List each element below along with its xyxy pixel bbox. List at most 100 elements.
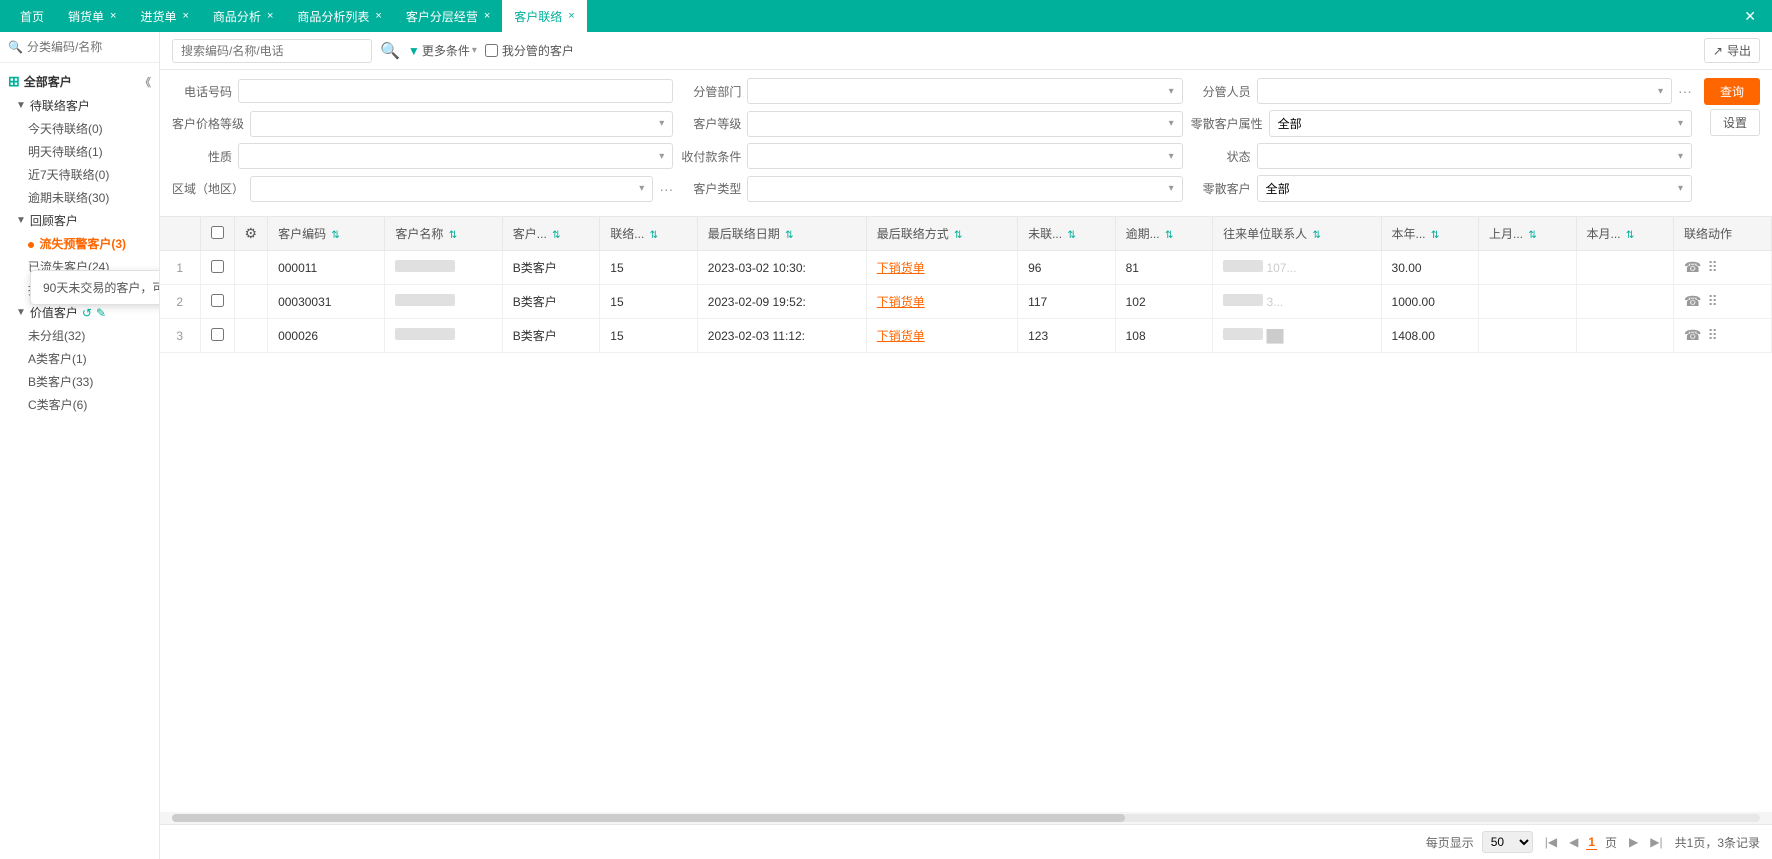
my-customer-filter[interactable]: 我分管的客户 <box>485 42 574 59</box>
window-close-button[interactable]: ✕ <box>1736 8 1764 25</box>
select-all-checkbox[interactable] <box>211 226 224 239</box>
sidebar-group-review-title[interactable]: ▼ 回顾客户 <box>16 209 151 232</box>
more-filter-button[interactable]: ▼ 更多条件 ▾ <box>408 42 477 59</box>
settings-button[interactable]: 设置 <box>1710 109 1760 136</box>
sort-type-icon[interactable]: ⇅ <box>552 230 560 241</box>
next-page-button[interactable]: ▶ <box>1625 833 1642 851</box>
cell-last-method[interactable]: 下销货单 <box>866 319 1017 353</box>
col-overdue: 逾期... ⇅ <box>1115 217 1213 251</box>
edit-icon[interactable]: ✎ <box>96 306 106 320</box>
first-page-button[interactable]: |◀ <box>1541 833 1561 851</box>
top-navigation: 首页 销货单 × 进货单 × 商品分析 × 商品分析列表 × 客户分层经营 × … <box>0 0 1772 32</box>
filter-region-select[interactable]: ▾ <box>250 176 653 202</box>
sidebar-item-7days[interactable]: 近7天待联络(0) <box>16 163 151 186</box>
sidebar-item-overdue[interactable]: 逾期未联络(30) <box>16 186 151 209</box>
sidebar-item-today[interactable]: 今天待联络(0) <box>16 117 151 140</box>
nav-close-contact[interactable]: × <box>568 10 574 22</box>
sidebar-search-area: 🔍 <box>0 32 159 63</box>
gear-icon[interactable]: ⚙ <box>245 225 258 241</box>
action-phone-icon[interactable]: ☎ <box>1684 293 1701 310</box>
sidebar-item-churn-warning[interactable]: 流失预警客户(3) <box>16 232 151 255</box>
nav-home[interactable]: 首页 <box>8 0 56 32</box>
action-more-icon[interactable]: ⠿ <box>1707 259 1717 276</box>
my-customer-checkbox[interactable] <box>485 44 498 57</box>
sort-person-icon[interactable]: ⇅ <box>1312 230 1320 241</box>
nav-customer-contact[interactable]: 客户联络 × <box>502 0 586 32</box>
refresh-icon[interactable]: ↺ <box>82 306 92 320</box>
cell-index: 2 <box>160 285 200 319</box>
sort-year-icon[interactable]: ⇅ <box>1431 230 1439 241</box>
nav-customer-tier[interactable]: 客户分层经营 × <box>394 0 502 32</box>
row-checkbox[interactable] <box>211 260 224 273</box>
scrollbar-track[interactable] <box>172 814 1760 822</box>
filter-scatter-attr-select[interactable]: 全部▾ <box>1269 110 1692 137</box>
col-uncontact: 未联... ⇅ <box>1018 217 1116 251</box>
cell-last-method[interactable]: 下销货单 <box>866 251 1017 285</box>
search-input[interactable] <box>172 39 372 63</box>
horizontal-scrollbar[interactable] <box>160 812 1772 824</box>
nav-sales-order[interactable]: 销货单 × <box>56 0 128 32</box>
filter-dept-select[interactable]: ▾ <box>747 78 1182 104</box>
filter-nature-select[interactable]: ▾ <box>238 143 673 169</box>
query-button[interactable]: 查询 <box>1704 78 1760 105</box>
nav-product-analysis[interactable]: 商品分析 × <box>201 0 285 32</box>
filter-status-select[interactable]: ▾ <box>1257 143 1692 169</box>
row-checkbox[interactable] <box>211 328 224 341</box>
sidebar-item-ungrouped[interactable]: 未分组(32) <box>16 324 151 347</box>
sort-lmonth-icon[interactable]: ⇅ <box>1528 230 1536 241</box>
sort-name-icon[interactable]: ⇅ <box>449 230 457 241</box>
action-phone-icon[interactable]: ☎ <box>1684 259 1701 276</box>
cell-checkbox[interactable] <box>200 319 234 353</box>
sort-code-icon[interactable]: ⇅ <box>331 230 339 241</box>
col-action: 联络动作 <box>1674 217 1772 251</box>
nav-close-sales[interactable]: × <box>110 10 116 22</box>
nav-close-purchase[interactable]: × <box>182 10 188 22</box>
cell-contact-person: 3... <box>1213 285 1381 319</box>
sort-date-icon[interactable]: ⇅ <box>785 230 793 241</box>
filter-region-more[interactable]: ··· <box>659 181 673 197</box>
prev-page-button[interactable]: ◀ <box>1565 833 1582 851</box>
page-size-select[interactable]: 50 100 <box>1482 831 1533 853</box>
chevron-sa-icon: ▾ <box>1678 118 1683 129</box>
sidebar-item-tomorrow[interactable]: 明天待联络(1) <box>16 140 151 163</box>
filter-person-select[interactable]: ▾ <box>1257 78 1672 104</box>
sidebar-item-class-c[interactable]: C类客户(6) <box>16 393 151 416</box>
filter-phone-label: 电话号码 <box>172 83 232 100</box>
export-button[interactable]: ↗ 导出 <box>1704 38 1760 63</box>
sort-uncontact-icon[interactable]: ⇅ <box>1067 230 1075 241</box>
sidebar-item-class-a[interactable]: A类客户(1) <box>16 347 151 370</box>
nav-close-analysis[interactable]: × <box>267 10 273 22</box>
action-phone-icon[interactable]: ☎ <box>1684 327 1701 344</box>
filter-price-grade-select[interactable]: ▾ <box>250 111 673 137</box>
sidebar-item-class-b[interactable]: B类客户(33) <box>16 370 151 393</box>
cell-checkbox[interactable] <box>200 285 234 319</box>
nav-close-list[interactable]: × <box>375 10 381 22</box>
sidebar-search-icon: 🔍 <box>8 40 23 54</box>
sort-month-icon[interactable]: ⇅ <box>1626 230 1634 241</box>
sort-method-icon[interactable]: ⇅ <box>954 230 962 241</box>
filter-payment-select[interactable]: ▾ <box>747 143 1182 169</box>
sidebar-group-pending-title[interactable]: ▼ 待联络客户 <box>16 94 151 117</box>
filter-scatter-attr-label: 零散客户属性 <box>1191 115 1263 132</box>
filter-customer-type-select[interactable]: ▾ <box>747 176 1182 202</box>
action-more-icon[interactable]: ⠿ <box>1707 327 1717 344</box>
cell-last-method[interactable]: 下销货单 <box>866 285 1017 319</box>
row-checkbox[interactable] <box>211 294 224 307</box>
sort-overdue-icon[interactable]: ⇅ <box>1165 230 1173 241</box>
nav-product-list[interactable]: 商品分析列表 × <box>285 0 393 32</box>
sidebar-all-customers[interactable]: ⊞ 全部客户 《 <box>8 69 151 94</box>
filter-phone-input[interactable] <box>238 79 673 103</box>
nav-close-tier[interactable]: × <box>484 10 490 22</box>
cell-checkbox[interactable] <box>200 251 234 285</box>
filter-customer-grade-select[interactable]: ▾ <box>747 111 1182 137</box>
last-page-button[interactable]: ▶| <box>1646 833 1666 851</box>
sort-contact-icon[interactable]: ⇅ <box>650 230 658 241</box>
cell-name <box>385 285 502 319</box>
scrollbar-thumb[interactable] <box>172 814 1125 822</box>
action-more-icon[interactable]: ⠿ <box>1707 293 1717 310</box>
filter-person-more[interactable]: ··· <box>1678 83 1692 99</box>
nav-purchase-order[interactable]: 进货单 × <box>128 0 200 32</box>
filter-scatter-select[interactable]: 全部▾ <box>1257 175 1692 202</box>
search-button[interactable]: 🔍 <box>380 41 400 61</box>
sidebar-search-input[interactable] <box>27 40 160 54</box>
